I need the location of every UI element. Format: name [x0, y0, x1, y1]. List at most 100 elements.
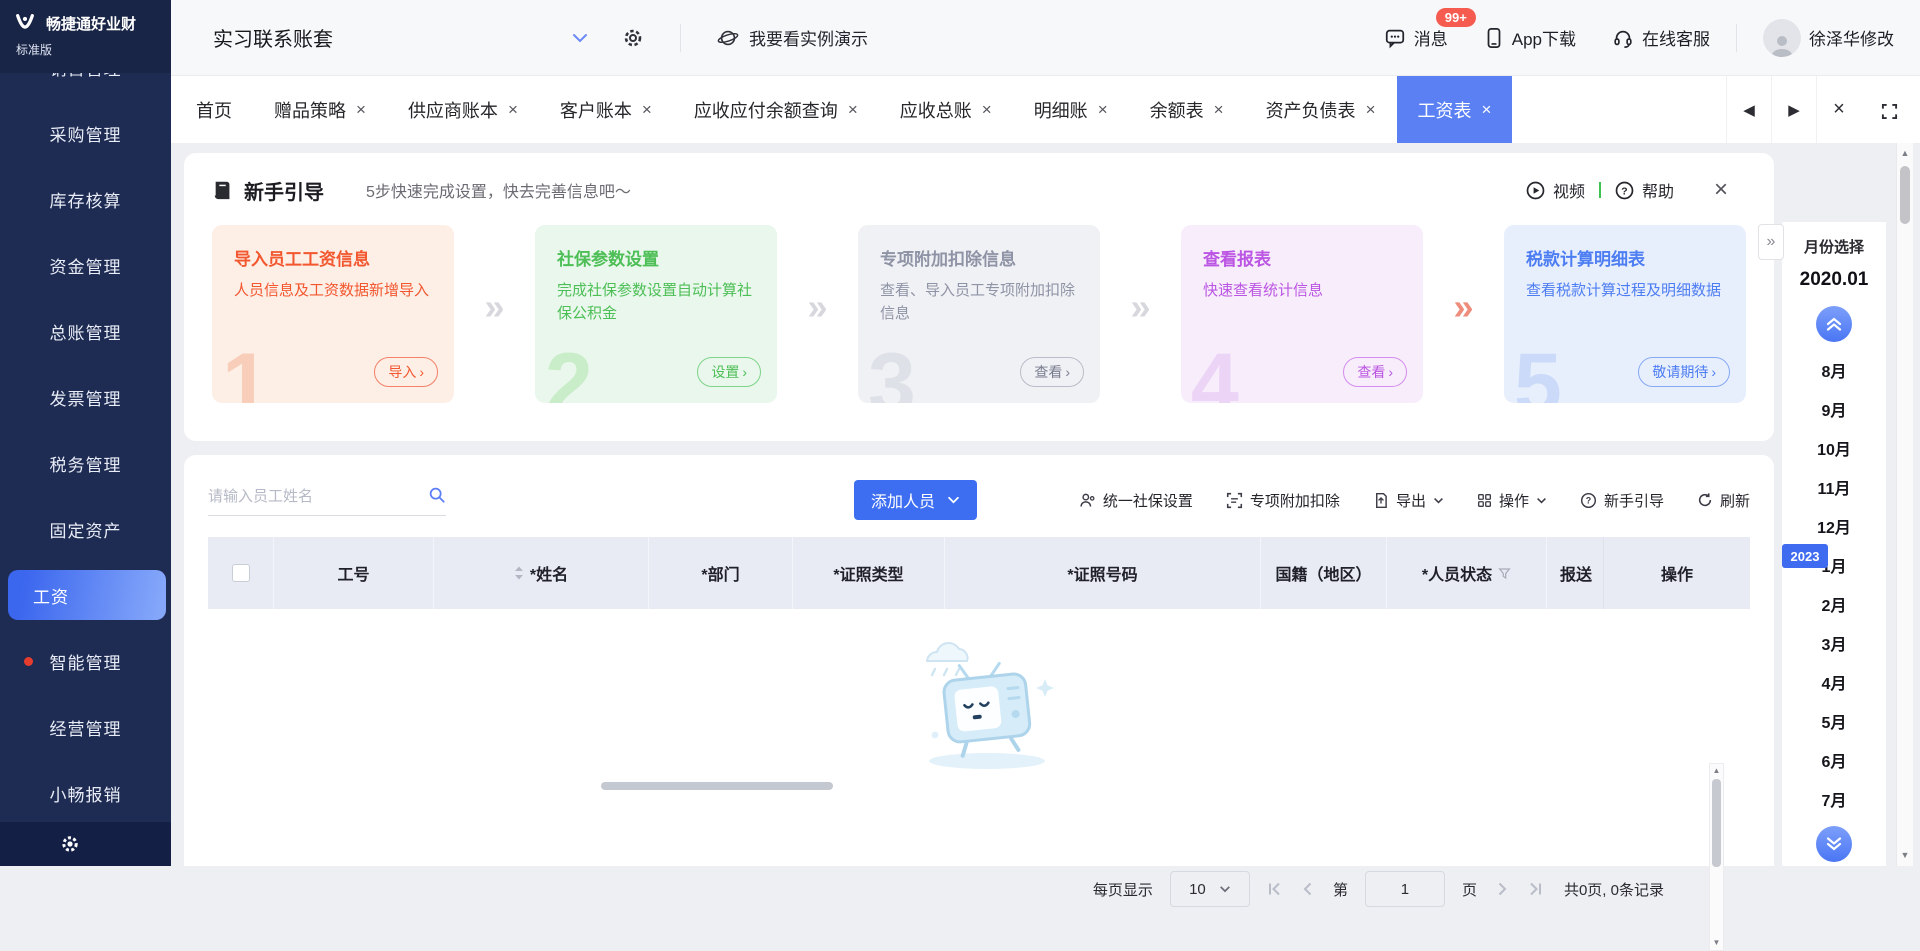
- scroll-months-down-button[interactable]: [1816, 826, 1852, 862]
- user-menu[interactable]: 徐泽华修改: [1763, 18, 1894, 57]
- employee-search-input[interactable]: 请输入员工姓名: [208, 485, 446, 516]
- month-item[interactable]: 3月: [1782, 623, 1886, 662]
- month-item[interactable]: 9月: [1782, 389, 1886, 428]
- sidebar-item-purchase[interactable]: 采购管理: [0, 100, 171, 166]
- tab-home[interactable]: 首页: [175, 76, 253, 143]
- help-link[interactable]: ? 帮助: [1615, 178, 1674, 202]
- tabs-scroll-left-icon[interactable]: ◀: [1726, 76, 1771, 143]
- select-all-checkbox[interactable]: [231, 564, 250, 582]
- step-view-button[interactable]: 查看 ›: [1343, 357, 1407, 387]
- month-item[interactable]: 6月: [1782, 740, 1886, 779]
- scroll-down-icon[interactable]: ▼: [1713, 938, 1721, 948]
- sidebar-item-fixed-assets[interactable]: 固定资产: [0, 496, 171, 562]
- step-import-button[interactable]: 导入 ›: [374, 357, 438, 387]
- filter-funnel-icon[interactable]: [1498, 567, 1511, 580]
- tab-ar-ledger[interactable]: 应收总账 ×: [879, 76, 1013, 143]
- search-icon[interactable]: [428, 486, 446, 504]
- tab-balance-sheet-trial[interactable]: 余额表 ×: [1129, 76, 1245, 143]
- beginner-guide-button[interactable]: ? 新手引导: [1580, 490, 1664, 511]
- account-settings-gear-icon[interactable]: [622, 27, 644, 49]
- scroll-down-icon[interactable]: ▼: [1901, 850, 1910, 866]
- tab-close-icon[interactable]: ×: [848, 101, 858, 118]
- tab-close-icon[interactable]: ×: [1098, 101, 1108, 118]
- sidebar-item-payroll[interactable]: 工资: [8, 570, 166, 620]
- tab-supplier-book[interactable]: 供应商账本 ×: [387, 76, 539, 143]
- refresh-button[interactable]: 刷新: [1697, 490, 1750, 511]
- video-link[interactable]: 视频: [1526, 178, 1585, 202]
- operations-button[interactable]: 操作: [1477, 490, 1547, 511]
- app-download-button[interactable]: App下载: [1484, 25, 1576, 50]
- tab-ar-ap-balance[interactable]: 应收应付余额查询 ×: [673, 76, 879, 143]
- tab-close-icon[interactable]: ×: [642, 101, 652, 118]
- demo-link[interactable]: 我要看实例演示: [717, 25, 868, 50]
- month-item[interactable]: 10月: [1782, 428, 1886, 467]
- month-item[interactable]: 8月: [1782, 350, 1886, 389]
- month-item[interactable]: 7月: [1782, 779, 1886, 818]
- tab-customer-book[interactable]: 客户账本 ×: [539, 76, 673, 143]
- sidebar-item-smart[interactable]: 智能管理: [0, 628, 171, 694]
- month-item[interactable]: 12月: [1782, 506, 1886, 545]
- table-vertical-scrollbar[interactable]: ▲ ▼: [1709, 763, 1724, 951]
- messages-button[interactable]: 消息 99+: [1384, 8, 1476, 50]
- next-page-icon[interactable]: [1494, 881, 1510, 897]
- col-person-status[interactable]: *人员状态: [1387, 537, 1547, 609]
- tab-balance-sheet[interactable]: 资产负债表 ×: [1245, 76, 1397, 143]
- step-view-button[interactable]: 查看 ›: [1020, 357, 1084, 387]
- collapse-panel-icon[interactable]: »: [1758, 224, 1784, 260]
- tab-close-icon[interactable]: ×: [1482, 101, 1492, 118]
- page-number-input[interactable]: 1: [1364, 871, 1445, 907]
- tab-payroll-active[interactable]: 工资表 ×: [1396, 76, 1513, 143]
- table-horizontal-scrollbar[interactable]: [601, 782, 833, 790]
- account-selector[interactable]: 实习联系账套: [213, 23, 588, 52]
- add-employee-button[interactable]: 添加人员: [854, 480, 978, 520]
- per-page-select[interactable]: 10: [1169, 871, 1250, 907]
- scrollbar-thumb[interactable]: [1712, 779, 1721, 867]
- page-vertical-scrollbar[interactable]: ▲ ▼: [1896, 143, 1913, 866]
- first-page-icon[interactable]: [1267, 881, 1283, 897]
- tabs-scroll-right-icon[interactable]: ▶: [1771, 76, 1816, 143]
- prev-page-icon[interactable]: [1300, 881, 1316, 897]
- sidebar-item-funds[interactable]: 资金管理: [0, 232, 171, 298]
- month-item[interactable]: 5月: [1782, 701, 1886, 740]
- month-item[interactable]: 11月: [1782, 467, 1886, 506]
- col-employee-id[interactable]: 工号: [274, 537, 434, 609]
- sidebar-item-tax[interactable]: 税务管理: [0, 430, 171, 496]
- sidebar-item-expense[interactable]: 小畅报销: [0, 760, 171, 826]
- col-department[interactable]: *部门: [649, 537, 793, 609]
- unified-social-security-button[interactable]: 统一社保设置: [1079, 490, 1193, 511]
- tab-close-icon[interactable]: ×: [1366, 101, 1376, 118]
- sidebar-item-invoice[interactable]: 发票管理: [0, 364, 171, 430]
- online-service-button[interactable]: 在线客服: [1612, 25, 1710, 50]
- col-actions[interactable]: 操作: [1603, 537, 1750, 609]
- month-item[interactable]: 4月: [1782, 662, 1886, 701]
- tab-gift-policy[interactable]: 赠品策略 ×: [253, 76, 387, 143]
- scroll-up-icon[interactable]: ▲: [1713, 766, 1721, 776]
- tab-close-icon[interactable]: ×: [356, 101, 366, 118]
- col-id-type[interactable]: *证照类型: [793, 537, 945, 609]
- col-nationality[interactable]: 国籍（地区）: [1261, 537, 1387, 609]
- scroll-months-up-button[interactable]: [1816, 306, 1852, 342]
- sort-icon[interactable]: [514, 565, 524, 581]
- sidebar-item-operation[interactable]: 经营管理: [0, 694, 171, 760]
- step-coming-soon-button[interactable]: 敬请期待 ›: [1638, 357, 1730, 387]
- special-deduction-button[interactable]: 专项附加扣除: [1226, 490, 1340, 511]
- tab-detail-ledger[interactable]: 明细账 ×: [1013, 76, 1129, 143]
- guide-close-icon[interactable]: ×: [1714, 178, 1728, 202]
- sidebar-item-ledger[interactable]: 总账管理: [0, 298, 171, 364]
- col-report-clipped[interactable]: 报送: [1547, 537, 1603, 609]
- export-button[interactable]: 导出: [1373, 490, 1444, 511]
- sidebar-item-inventory[interactable]: 库存核算: [0, 166, 171, 232]
- settings-gear-icon[interactable]: [60, 834, 80, 854]
- month-item[interactable]: 2月: [1782, 584, 1886, 623]
- col-name[interactable]: *姓名: [434, 537, 649, 609]
- last-page-icon[interactable]: [1527, 881, 1543, 897]
- fullscreen-icon[interactable]: [1867, 80, 1912, 143]
- tabs-close-all-icon[interactable]: ×: [1816, 76, 1861, 143]
- tab-close-icon[interactable]: ×: [1214, 101, 1224, 118]
- tab-close-icon[interactable]: ×: [982, 101, 992, 118]
- col-id-number[interactable]: *证照号码: [945, 537, 1261, 609]
- tab-close-icon[interactable]: ×: [508, 101, 518, 118]
- step-setup-button[interactable]: 设置 ›: [697, 357, 761, 387]
- scrollbar-thumb[interactable]: [1900, 166, 1910, 224]
- scroll-up-icon[interactable]: ▲: [1901, 143, 1910, 158]
